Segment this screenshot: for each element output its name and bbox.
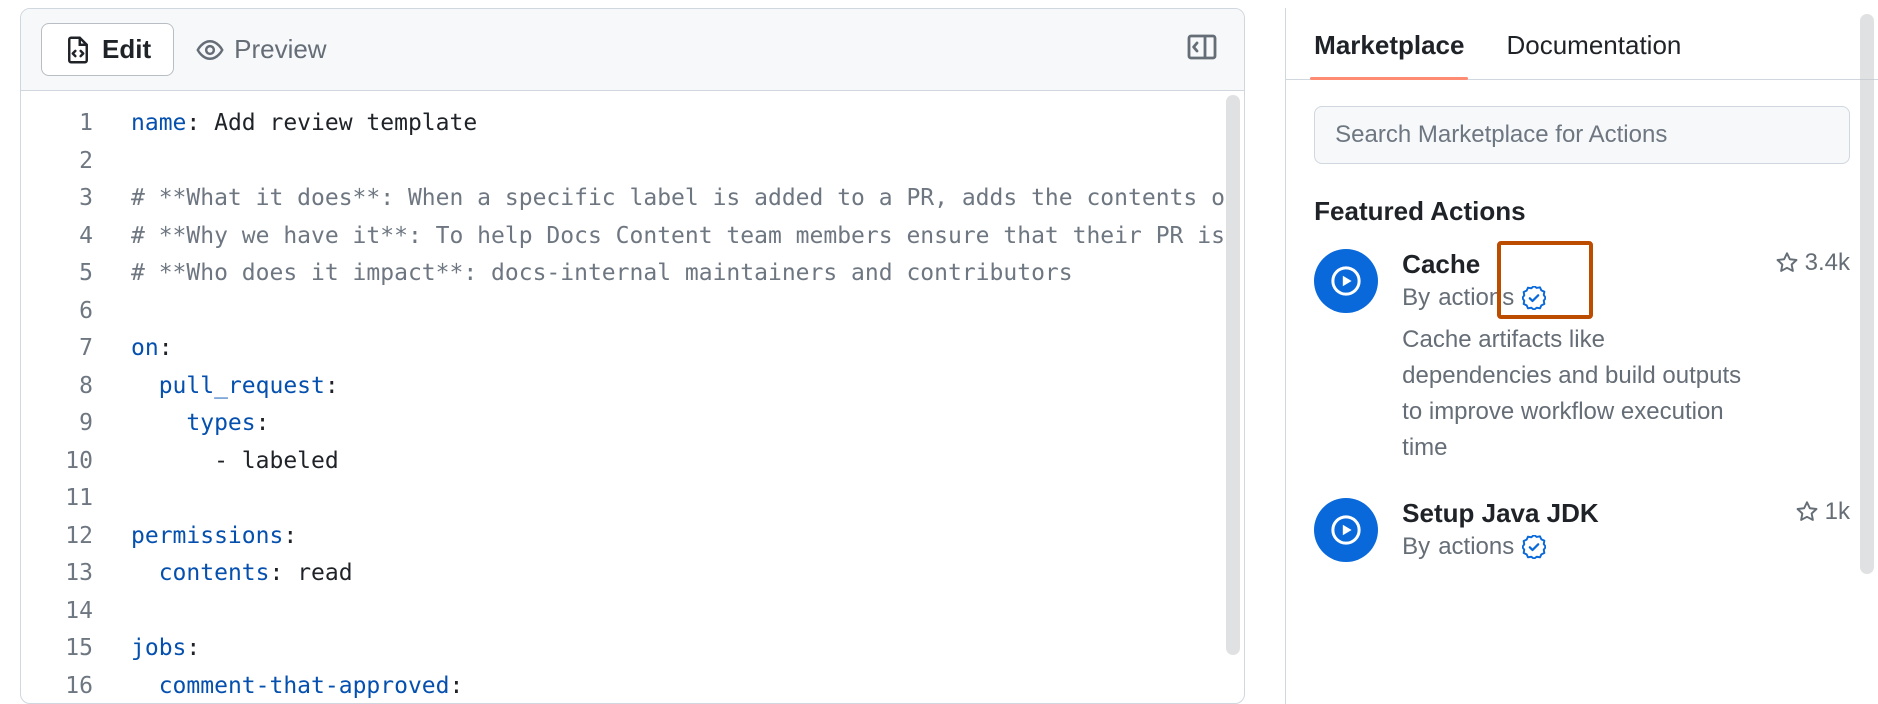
line-number: 6 (21, 293, 121, 331)
line-number: 14 (21, 593, 121, 631)
action-stars: 3.4k (1775, 249, 1850, 277)
action-author: actions (1438, 284, 1514, 312)
line-number-gutter: 12345678910111213141516 (21, 91, 121, 703)
verified-badge-icon (1522, 286, 1546, 310)
action-by-prefix: By (1402, 284, 1430, 312)
side-tabs: Marketplace Documentation (1286, 8, 1878, 80)
code-line[interactable]: name: Add review template (131, 105, 1244, 143)
code-content[interactable]: name: Add review template # **What it do… (121, 91, 1244, 703)
code-line[interactable] (131, 593, 1244, 631)
tab-edit[interactable]: Edit (41, 23, 174, 76)
editor-tabs: Edit Preview (41, 23, 349, 76)
line-number: 13 (21, 555, 121, 593)
action-title: Setup Java JDK (1402, 498, 1599, 529)
action-by-prefix: By (1402, 533, 1430, 561)
code-line[interactable] (131, 480, 1244, 518)
code-line[interactable]: on: (131, 330, 1244, 368)
tab-documentation[interactable]: Documentation (1506, 30, 1681, 79)
action-description: Cache artifacts like dependencies and bu… (1402, 322, 1742, 466)
editor-panel: Edit Preview 1 (20, 8, 1245, 704)
code-file-icon (64, 36, 92, 64)
verified-badge-icon (1522, 535, 1546, 559)
side-scrollbar[interactable] (1860, 14, 1874, 574)
action-author: actions (1438, 533, 1514, 561)
tab-marketplace[interactable]: Marketplace (1314, 30, 1464, 79)
line-number: 10 (21, 443, 121, 481)
line-number: 12 (21, 518, 121, 556)
star-icon (1795, 500, 1819, 524)
tab-documentation-label: Documentation (1506, 30, 1681, 60)
code-line[interactable]: # **Who does it impact**: docs-internal … (131, 255, 1244, 293)
code-line[interactable]: types: (131, 405, 1244, 443)
star-icon (1775, 251, 1799, 275)
code-line[interactable]: # **What it does**: When a specific labe… (131, 180, 1244, 218)
play-icon (1331, 266, 1361, 296)
editor-header: Edit Preview (21, 9, 1244, 91)
action-byline: By actions (1402, 533, 1850, 561)
line-number: 5 (21, 255, 121, 293)
code-editor[interactable]: 12345678910111213141516 name: Add review… (21, 91, 1244, 703)
marketplace-panel: Marketplace Documentation Featured Actio… (1285, 8, 1878, 704)
line-number: 11 (21, 480, 121, 518)
code-line[interactable]: jobs: (131, 630, 1244, 668)
line-number: 1 (21, 105, 121, 143)
action-avatar (1314, 249, 1378, 313)
line-number: 8 (21, 368, 121, 406)
action-title: Cache (1402, 249, 1480, 280)
code-line[interactable]: pull_request: (131, 368, 1244, 406)
toggle-side-panel-button[interactable] (1180, 25, 1224, 74)
action-star-count: 3.4k (1805, 249, 1850, 277)
line-number: 16 (21, 668, 121, 704)
line-number: 2 (21, 143, 121, 181)
line-number: 9 (21, 405, 121, 443)
action-stars: 1k (1795, 498, 1850, 526)
play-icon (1331, 515, 1361, 545)
action-byline: By actions (1402, 284, 1850, 312)
editor-scrollbar[interactable] (1226, 95, 1240, 655)
tab-edit-label: Edit (102, 34, 151, 65)
tab-preview-label: Preview (234, 34, 326, 65)
marketplace-search-input[interactable] (1314, 106, 1850, 164)
eye-icon (196, 36, 224, 64)
tab-preview[interactable]: Preview (174, 23, 348, 76)
line-number: 3 (21, 180, 121, 218)
line-number: 4 (21, 218, 121, 256)
code-line[interactable]: # **Why we have it**: To help Docs Conte… (131, 218, 1244, 256)
action-card[interactable]: Setup Java JDK 1k By actions (1314, 498, 1850, 562)
action-card[interactable]: Cache 3.4k By actions (1314, 249, 1850, 466)
line-number: 7 (21, 330, 121, 368)
code-line[interactable]: permissions: (131, 518, 1244, 556)
featured-actions-heading: Featured Actions (1314, 196, 1850, 227)
code-line[interactable] (131, 293, 1244, 331)
code-line[interactable]: comment-that-approved: (131, 668, 1244, 704)
code-line[interactable]: contents: read (131, 555, 1244, 593)
line-number: 15 (21, 630, 121, 668)
code-line[interactable]: - labeled (131, 443, 1244, 481)
action-star-count: 1k (1825, 498, 1850, 526)
marketplace-body: Featured Actions Cache 3.4k (1286, 80, 1878, 594)
code-line[interactable] (131, 143, 1244, 181)
action-avatar (1314, 498, 1378, 562)
tab-marketplace-label: Marketplace (1314, 30, 1464, 60)
